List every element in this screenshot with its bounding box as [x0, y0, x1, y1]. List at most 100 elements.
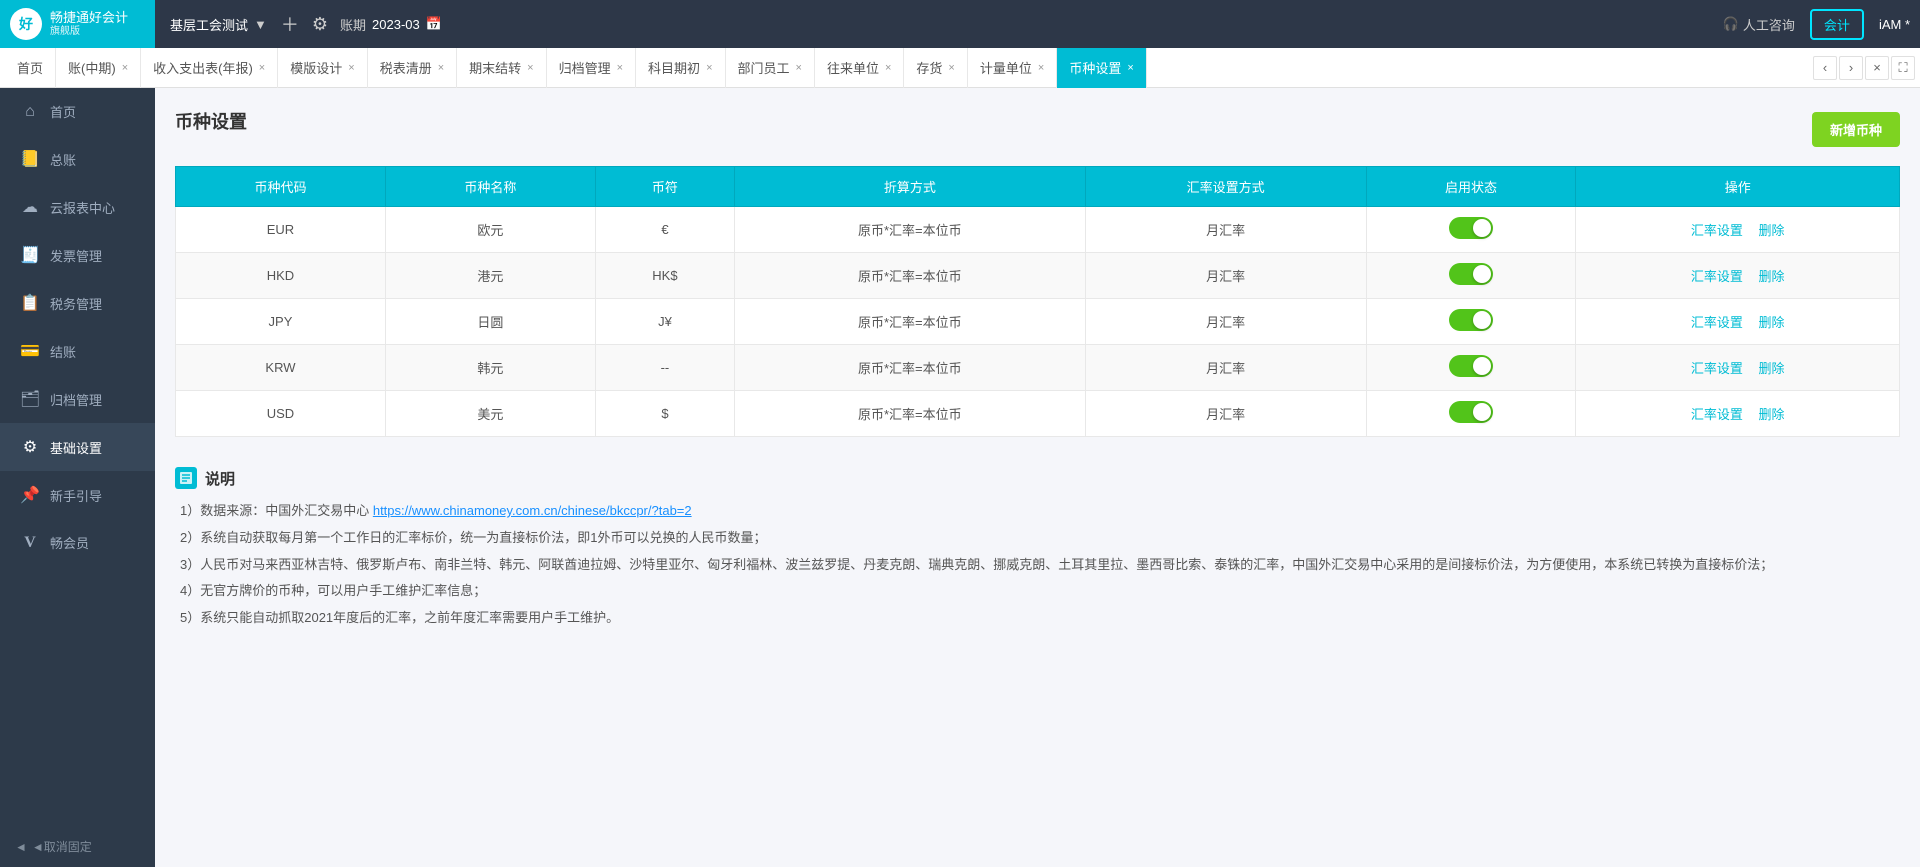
tab-archive[interactable]: 归档管理 ×	[547, 48, 636, 88]
tab-units-close[interactable]: ×	[1038, 62, 1044, 74]
tab-currency[interactable]: 币种设置 ×	[1057, 48, 1146, 88]
delete-link[interactable]: 删除	[1759, 361, 1785, 376]
tab-inventory-close[interactable]: ×	[948, 62, 954, 74]
user-tag: iAM *	[1879, 17, 1910, 32]
tab-maximize-btn[interactable]: ⛶	[1891, 56, 1915, 80]
tab-period[interactable]: 账(中期) ×	[56, 48, 141, 88]
sidebar-item-checkout[interactable]: 💳 结账	[0, 327, 155, 375]
tab-close-all-btn[interactable]: ×	[1865, 56, 1889, 80]
cell-calc: 原币*汇率=本位币	[734, 345, 1085, 391]
tab-period-close[interactable]: ×	[122, 62, 128, 74]
toggle-enabled[interactable]	[1449, 355, 1493, 377]
delete-link[interactable]: 删除	[1759, 315, 1785, 330]
sidebar-label-invoice: 发票管理	[50, 246, 102, 265]
logo-sub: 旗舰版	[50, 26, 128, 38]
delete-link[interactable]: 删除	[1759, 223, 1785, 238]
sidebar-item-tax[interactable]: 📋 税务管理	[0, 279, 155, 327]
company-selector[interactable]: 基层工会测试 ▼	[170, 15, 267, 34]
tab-partners[interactable]: 往来单位 ×	[815, 48, 904, 88]
tab-tax-close[interactable]: ×	[438, 62, 444, 74]
logo-icon: 好	[10, 8, 42, 40]
sidebar: ⌂ 首页 📒 总账 ☁ 云报表中心 🧾 发票管理 📋 税务管理 💳 结账 🗂 归…	[0, 88, 155, 867]
cell-rate-type: 月汇率	[1085, 391, 1366, 437]
delete-link[interactable]: 删除	[1759, 269, 1785, 284]
main-layout: ⌂ 首页 📒 总账 ☁ 云报表中心 🧾 发票管理 📋 税务管理 💳 结账 🗂 归…	[0, 88, 1920, 867]
tab-period-end[interactable]: 期末结转 ×	[457, 48, 546, 88]
sidebar-item-invoice[interactable]: 🧾 发票管理	[0, 231, 155, 279]
tab-archive-close[interactable]: ×	[617, 62, 623, 74]
tab-income-close[interactable]: ×	[259, 62, 265, 74]
note-item: 5）系统只能自动抓取2021年度后的汇率，之前年度汇率需要用户手工维护。	[180, 608, 1900, 629]
cell-calc: 原币*汇率=本位币	[734, 253, 1085, 299]
rate-setting-link[interactable]: 汇率设置	[1691, 361, 1743, 376]
calendar-icon[interactable]: 📅	[426, 16, 442, 32]
sidebar-label-checkout: 结账	[50, 342, 76, 361]
note-item: 4）无官方牌价的币种，可以用户手工维护汇率信息；	[180, 581, 1900, 602]
sidebar-item-archive[interactable]: 🗂 归档管理	[0, 375, 155, 423]
cell-name: 日圆	[385, 299, 595, 345]
tab-partners-close[interactable]: ×	[885, 62, 891, 74]
sidebar-item-home[interactable]: ⌂ 首页	[0, 88, 155, 135]
sidebar-item-basic[interactable]: ⚙ 基础设置	[0, 423, 155, 471]
account-button[interactable]: 会计	[1810, 9, 1864, 40]
rate-setting-link[interactable]: 汇率设置	[1691, 223, 1743, 238]
settings-icon[interactable]: ⚙	[308, 10, 332, 39]
customer-service-btn[interactable]: 🎧 人工咨询	[1723, 15, 1795, 34]
tab-prev-btn[interactable]: ‹	[1813, 56, 1837, 80]
rate-setting-link[interactable]: 汇率设置	[1691, 269, 1743, 284]
tab-period-label: 账(中期)	[68, 58, 116, 77]
cell-actions: 汇率设置 删除	[1576, 299, 1900, 345]
tab-inventory[interactable]: 存货 ×	[904, 48, 967, 88]
tab-income-report[interactable]: 收入支出表(年报) ×	[141, 48, 278, 88]
sidebar-item-vip[interactable]: V 畅会员	[0, 519, 155, 566]
rate-setting-link[interactable]: 汇率设置	[1691, 315, 1743, 330]
delete-link[interactable]: 删除	[1759, 407, 1785, 422]
table-row: JPY 日圆 J¥ 原币*汇率=本位币 月汇率 汇率设置 删除	[176, 299, 1900, 345]
notes-link[interactable]: https://www.chinamoney.com.cn/chinese/bk…	[373, 503, 692, 518]
sidebar-label-reports: 云报表中心	[50, 198, 115, 217]
add-icon[interactable]: ＋	[277, 7, 303, 41]
cell-actions: 汇率设置 删除	[1576, 391, 1900, 437]
tab-home[interactable]: 首页	[5, 48, 56, 88]
tab-template-label: 模版设计	[290, 58, 342, 77]
sidebar-item-reports[interactable]: ☁ 云报表中心	[0, 183, 155, 231]
tab-units-label: 计量单位	[980, 58, 1032, 77]
tab-tax[interactable]: 税表清册 ×	[368, 48, 457, 88]
tab-subjects[interactable]: 科目期初 ×	[636, 48, 725, 88]
new-currency-button[interactable]: 新增币种	[1812, 112, 1900, 147]
tab-currency-label: 币种设置	[1069, 58, 1121, 77]
table-row: USD 美元 $ 原币*汇率=本位币 月汇率 汇率设置 删除	[176, 391, 1900, 437]
toggle-enabled[interactable]	[1449, 217, 1493, 239]
home-icon: ⌂	[20, 103, 40, 121]
tab-currency-close[interactable]: ×	[1127, 62, 1133, 74]
cell-symbol: $	[595, 391, 734, 437]
toggle-enabled[interactable]	[1449, 401, 1493, 423]
note-item: 1）数据来源：中国外汇交易中心 https://www.chinamoney.c…	[180, 501, 1900, 522]
tab-partners-label: 往来单位	[827, 58, 879, 77]
toggle-enabled[interactable]	[1449, 263, 1493, 285]
col-code: 币种代码	[176, 167, 386, 207]
header-right: 🎧 人工咨询 会计 iAM *	[1723, 9, 1910, 40]
sidebar-label-vip: 畅会员	[50, 533, 89, 552]
sidebar-pin-btn[interactable]: ◄ ◄取消固定	[0, 826, 155, 867]
vip-icon: V	[20, 534, 40, 552]
cell-status	[1366, 299, 1576, 345]
tab-period-end-close[interactable]: ×	[527, 62, 533, 74]
checkout-icon: 💳	[20, 341, 40, 361]
tab-subjects-close[interactable]: ×	[706, 62, 712, 74]
tab-dept-close[interactable]: ×	[796, 62, 802, 74]
tax-icon: 📋	[20, 293, 40, 313]
tab-units[interactable]: 计量单位 ×	[968, 48, 1057, 88]
tab-period-end-label: 期末结转	[469, 58, 521, 77]
tab-template[interactable]: 模版设计 ×	[278, 48, 367, 88]
cell-code: KRW	[176, 345, 386, 391]
sidebar-item-guide[interactable]: 📌 新手引导	[0, 471, 155, 519]
rate-setting-link[interactable]: 汇率设置	[1691, 407, 1743, 422]
note-item: 3）人民币对马来西亚林吉特、俄罗斯卢布、南非兰特、韩元、阿联酋迪拉姆、沙特里亚尔…	[180, 555, 1900, 576]
toggle-enabled[interactable]	[1449, 309, 1493, 331]
tab-dept[interactable]: 部门员工 ×	[726, 48, 815, 88]
tab-template-close[interactable]: ×	[348, 62, 354, 74]
sidebar-item-ledger[interactable]: 📒 总账	[0, 135, 155, 183]
table-header-row: 币种代码 币种名称 币符 折算方式 汇率设置方式 启用状态 操作	[176, 167, 1900, 207]
tab-next-btn[interactable]: ›	[1839, 56, 1863, 80]
